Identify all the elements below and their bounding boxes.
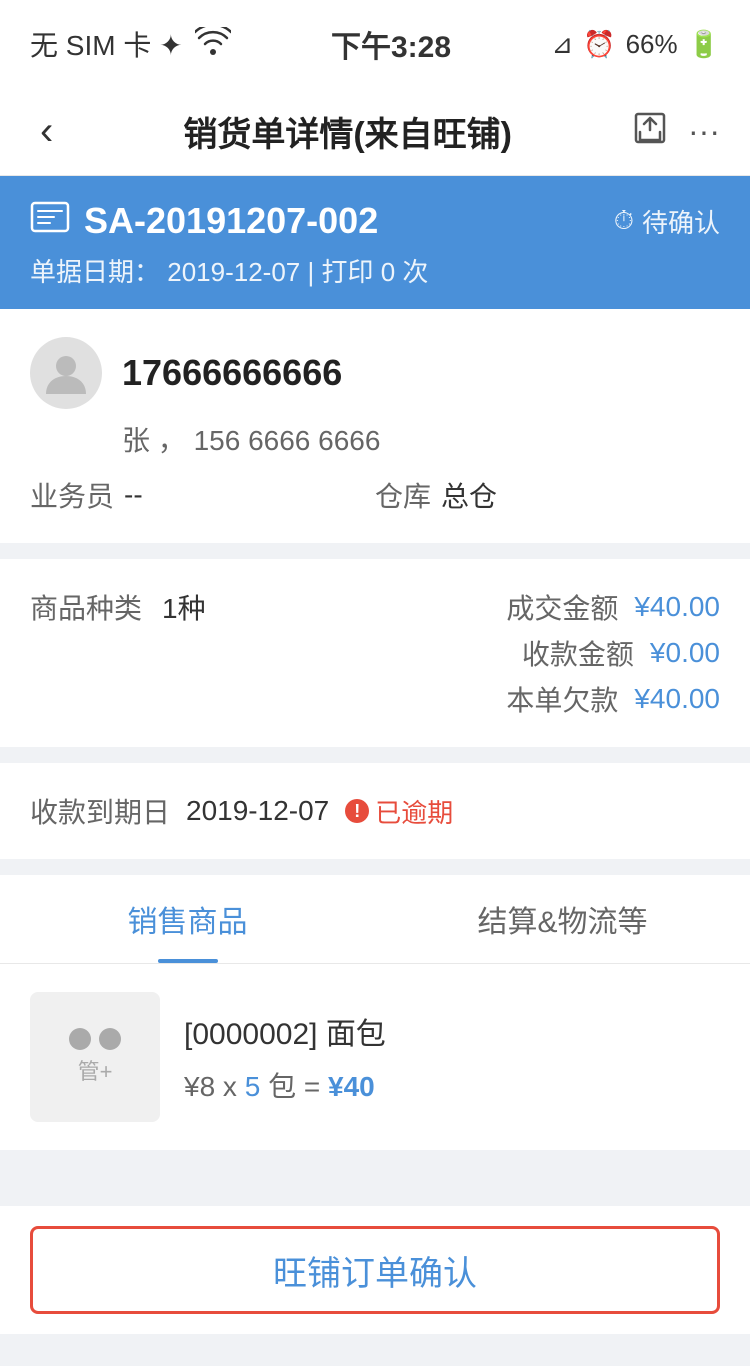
category-value: 1种 — [162, 587, 206, 627]
due-date-value: 2019-12-07 — [186, 795, 329, 827]
sales-item: 业务员 -- — [30, 475, 375, 515]
print-suffix: 次 — [402, 257, 428, 287]
unit-text: 包 — [268, 1071, 296, 1102]
product-image: 管+ — [30, 992, 160, 1122]
product-code: [0000002] — [184, 1018, 317, 1051]
location-icon: ⊿ — [551, 29, 573, 60]
status-clock-icon: ⏱ — [614, 205, 634, 237]
owed-amount: 本单欠款 ¥40.00 — [506, 679, 720, 719]
order-status: ⏱ 待确认 — [614, 203, 720, 240]
share-icon[interactable] — [632, 110, 668, 154]
owed-value: ¥40.00 — [634, 683, 720, 715]
print-separator: | 打印 — [307, 257, 380, 287]
product-qty: 5 — [245, 1071, 261, 1102]
order-header: SA-20191207-002 ⏱ 待确认 单据日期： 2019-12-07 |… — [0, 176, 750, 309]
owl-eyes — [69, 1028, 121, 1050]
product-price: ¥8 x 5 包 = ¥40 — [184, 1065, 720, 1105]
sales-label: 业务员 — [30, 475, 114, 515]
more-icon[interactable]: ··· — [688, 113, 720, 150]
due-label: 收款到期日 — [30, 791, 170, 831]
battery-status: 66% — [626, 29, 678, 60]
customer-phone: 17666666666 — [122, 352, 342, 394]
owed-label: 本单欠款 — [506, 679, 618, 719]
status-time: 下午3:28 — [331, 22, 451, 66]
comma: ， — [158, 425, 186, 456]
nav-bar: ‹ 销货单详情(来自旺铺) ··· — [0, 88, 750, 176]
owl-left-eye — [69, 1028, 91, 1050]
owl-text: 管+ — [78, 1054, 113, 1086]
received-value: ¥0.00 — [650, 637, 720, 669]
customer-avatar — [30, 337, 102, 409]
warehouse-label: 仓库 — [375, 475, 431, 515]
equals-text: = — [304, 1071, 328, 1102]
customer-section: 17666666666 张 ， 156 6666 6666 业务员 -- 仓库 … — [0, 309, 750, 543]
wifi-icon — [195, 27, 231, 62]
customer-info: 张 ， 156 6666 6666 — [30, 419, 720, 459]
order-id-text: SA-20191207-002 — [84, 200, 378, 242]
back-button[interactable]: ‹ — [30, 99, 63, 164]
sales-value: -- — [124, 479, 143, 511]
overdue-icon: ! — [345, 799, 369, 823]
received-amount: 收款金额 ¥0.00 — [522, 633, 720, 673]
date-label: 单据日期： — [30, 257, 160, 287]
transaction-label: 成交金额 — [506, 587, 618, 627]
tab-sales-label: 销售商品 — [128, 897, 248, 941]
product-total: ¥40 — [328, 1071, 375, 1102]
product-stats: 商品种类 1种 — [30, 587, 206, 627]
nav-actions: ··· — [632, 110, 720, 154]
tabs-section: 销售商品 结算&物流等 — [0, 875, 750, 964]
sim-status: 无 SIM 卡 ✦ — [30, 24, 183, 64]
transaction-value: ¥40.00 — [634, 591, 720, 623]
confirm-button-container: 旺铺订单确认 — [0, 1206, 750, 1334]
overdue-badge: ! 已逾期 — [345, 793, 453, 830]
order-id: SA-20191207-002 — [30, 200, 378, 242]
tabs-row: 销售商品 结算&物流等 — [0, 875, 750, 964]
order-date: 单据日期： 2019-12-07 | 打印 0 次 — [30, 252, 720, 289]
status-bar: 无 SIM 卡 ✦ 下午3:28 ⊿ ⏰ 66% 🔋 — [0, 0, 750, 88]
amount-stats: 成交金额 ¥40.00 收款金额 ¥0.00 本单欠款 ¥40.00 — [506, 587, 720, 719]
received-label: 收款金额 — [522, 633, 634, 673]
warehouse-value: 总仓 — [441, 475, 497, 515]
confirm-button[interactable]: 旺铺订单确认 — [30, 1226, 720, 1314]
page-title: 销货单详情(来自旺铺) — [183, 107, 512, 156]
tab-settlement[interactable]: 结算&物流等 — [375, 875, 750, 963]
customer-name-text: 张 — [122, 425, 150, 456]
owl-right-eye — [99, 1028, 121, 1050]
overdue-text: 已逾期 — [375, 793, 453, 830]
warehouse-item: 仓库 总仓 — [375, 475, 720, 515]
transaction-amount: 成交金额 ¥40.00 — [506, 587, 720, 627]
confirm-button-label: 旺铺订单确认 — [273, 1246, 477, 1295]
category-label: 商品种类 — [30, 587, 142, 627]
due-section: 收款到期日 2019-12-07 ! 已逾期 — [0, 763, 750, 859]
price-text: ¥8 x — [184, 1071, 245, 1102]
status-right: ⊿ ⏰ 66% 🔋 — [551, 29, 720, 60]
clock-icon: ⏰ — [583, 29, 615, 60]
product-info: [0000002] 面包 ¥8 x 5 包 = ¥40 — [184, 1009, 720, 1105]
status-left: 无 SIM 卡 ✦ — [30, 24, 231, 64]
status-text: 待确认 — [642, 203, 720, 240]
print-count: 0 — [381, 257, 395, 287]
tab-settlement-label: 结算&物流等 — [477, 897, 647, 941]
product-logo: 管+ — [69, 1028, 121, 1086]
stats-section: 商品种类 1种 成交金额 ¥40.00 收款金额 ¥0.00 本单欠款 ¥40.… — [0, 559, 750, 747]
battery-icon: 🔋 — [688, 29, 720, 60]
order-icon — [30, 200, 70, 242]
product-row: 管+ [0000002] 面包 ¥8 x 5 包 = ¥40 — [30, 992, 720, 1122]
customer-tel: 156 6666 6666 — [194, 425, 381, 456]
date-value: 2019-12-07 — [167, 257, 300, 287]
customer-meta: 业务员 -- 仓库 总仓 — [30, 475, 720, 515]
product-name-text: 面包 — [326, 1018, 386, 1051]
product-section: 管+ [0000002] 面包 ¥8 x 5 包 = ¥40 — [0, 964, 750, 1150]
product-name: [0000002] 面包 — [184, 1009, 720, 1053]
tab-sales[interactable]: 销售商品 — [0, 875, 375, 963]
